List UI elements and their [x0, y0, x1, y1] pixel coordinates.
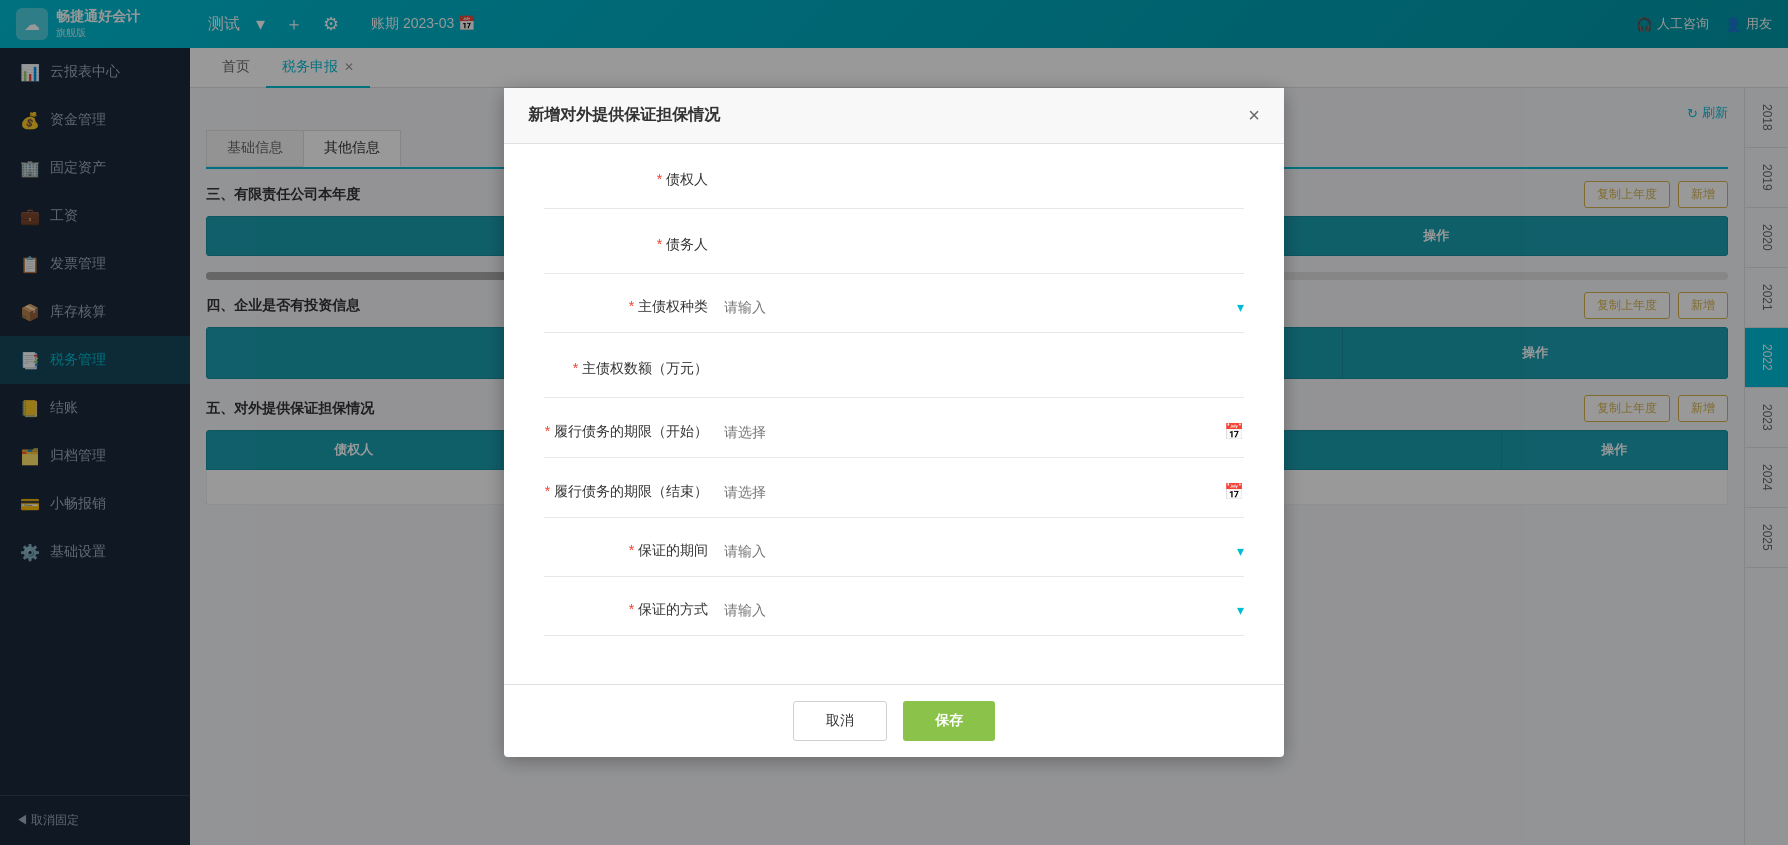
- guarantee-period-wrapper: ▾: [724, 543, 1244, 559]
- claim-type-dropdown-icon[interactable]: ▾: [1237, 299, 1244, 315]
- modal-header: 新增对外提供保证担保情况 ×: [504, 88, 1284, 144]
- select-claim-type-wrapper: ▾: [724, 299, 1244, 315]
- period-start-wrapper: 📅: [724, 422, 1244, 441]
- label-period-start: * 履行债务的期限（开始）: [544, 423, 724, 441]
- input-period-end[interactable]: [724, 484, 1224, 500]
- period-end-calendar-icon[interactable]: 📅: [1224, 482, 1244, 501]
- guarantee-method-wrapper: ▾: [724, 602, 1244, 618]
- save-button[interactable]: 保存: [903, 701, 995, 741]
- field-period-start: * 履行债务的期限（开始） 📅: [544, 422, 1244, 458]
- required-mark-period-start: *: [545, 423, 550, 439]
- label-claim-amount: * 主债权数额（万元）: [544, 360, 724, 378]
- label-claim-type: * 主债权种类: [544, 298, 724, 316]
- cancel-button[interactable]: 取消: [793, 701, 887, 741]
- period-start-calendar-icon[interactable]: 📅: [1224, 422, 1244, 441]
- label-guarantee-method: * 保证的方式: [544, 601, 724, 619]
- field-guarantee-method: * 保证的方式 ▾: [544, 601, 1244, 636]
- field-claim-type: * 主债权种类 ▾: [544, 298, 1244, 333]
- modal: 新增对外提供保证担保情况 × * 债权人 * 债务人: [504, 88, 1284, 757]
- label-creditor: * 债权人: [544, 171, 724, 189]
- period-end-wrapper: 📅: [724, 482, 1244, 501]
- modal-footer: 取消 保存: [504, 684, 1284, 757]
- field-claim-amount: * 主债权数额（万元）: [544, 357, 1244, 398]
- field-period-end: * 履行债务的期限（结束） 📅: [544, 482, 1244, 518]
- required-mark-period-end: *: [545, 483, 550, 499]
- modal-body: * 债权人 * 债务人 * 主债权种类: [504, 144, 1284, 684]
- field-creditor: * 债权人: [544, 168, 1244, 209]
- input-period-start[interactable]: [724, 424, 1224, 440]
- input-claim-amount[interactable]: [724, 357, 1244, 381]
- required-mark-claim-amount: *: [573, 360, 578, 376]
- select-guarantee-period[interactable]: [724, 543, 1237, 559]
- label-debtor: * 债务人: [544, 236, 724, 254]
- required-mark-creditor: *: [657, 171, 662, 187]
- field-debtor: * 债务人: [544, 233, 1244, 274]
- label-period-end: * 履行债务的期限（结束）: [544, 483, 724, 501]
- modal-title: 新增对外提供保证担保情况: [528, 105, 720, 126]
- guarantee-method-dropdown-icon[interactable]: ▾: [1237, 602, 1244, 618]
- modal-overlay[interactable]: 新增对外提供保证担保情况 × * 债权人 * 债务人: [0, 0, 1788, 845]
- required-mark-claim-type: *: [629, 298, 634, 314]
- modal-close-btn[interactable]: ×: [1248, 104, 1260, 127]
- label-guarantee-period: * 保证的期间: [544, 542, 724, 560]
- required-mark-guarantee-method: *: [629, 601, 634, 617]
- input-creditor[interactable]: [724, 168, 1244, 192]
- field-guarantee-period: * 保证的期间 ▾: [544, 542, 1244, 577]
- select-guarantee-method[interactable]: [724, 602, 1237, 618]
- guarantee-period-dropdown-icon[interactable]: ▾: [1237, 543, 1244, 559]
- required-mark-guarantee-period: *: [629, 542, 634, 558]
- input-debtor[interactable]: [724, 233, 1244, 257]
- select-claim-type[interactable]: [724, 299, 1237, 315]
- required-mark-debtor: *: [657, 236, 662, 252]
